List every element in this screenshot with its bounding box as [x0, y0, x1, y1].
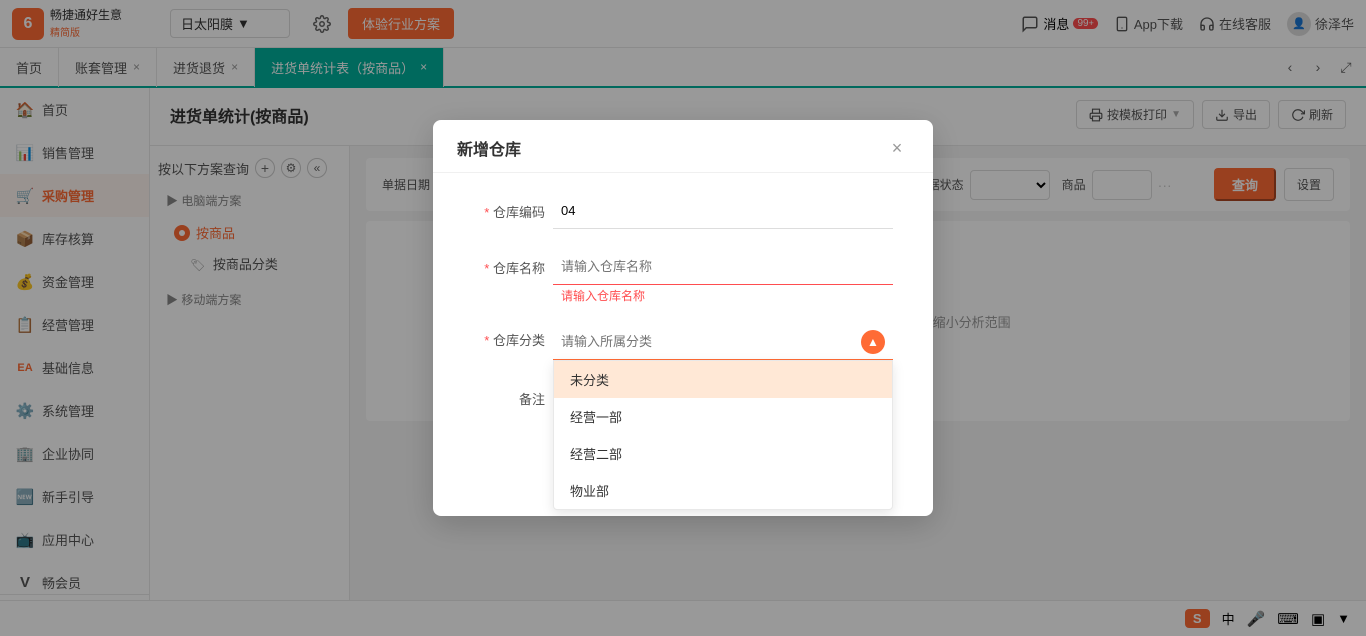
name-required-mark: *	[484, 261, 489, 276]
code-required-mark: *	[484, 205, 489, 220]
dialog-header: 新增仓库 ×	[433, 120, 933, 173]
category-select-wrap: ▲ 未分类 经营一部 经营二部 物业部	[553, 324, 893, 360]
dropdown-item-dept2[interactable]: 经营二部	[554, 435, 892, 472]
dialog-body: * 仓库编码 * 仓库名称 请输入仓库名称	[433, 173, 933, 456]
category-dropdown: 未分类 经营一部 经营二部 物业部	[553, 360, 893, 510]
category-required-mark: *	[484, 333, 489, 348]
remark-label: 备注	[473, 389, 553, 408]
dialog-title: 新增仓库	[457, 136, 521, 160]
name-label: * 仓库名称	[473, 258, 553, 277]
category-field-row: * 仓库分类 ▲ 未分类 经营一部 经营二部 物业部	[473, 324, 893, 360]
category-label: * 仓库分类	[473, 324, 553, 349]
name-input[interactable]	[553, 249, 893, 285]
dialog-overlay[interactable]: 新增仓库 × * 仓库编码 * 仓库名称	[0, 0, 1366, 636]
name-error-msg: 请输入仓库名称	[561, 287, 645, 304]
dialog-close-button[interactable]: ×	[885, 136, 909, 160]
code-label: * 仓库编码	[473, 202, 553, 221]
code-input[interactable]	[553, 193, 893, 229]
dropdown-item-dept1[interactable]: 经营一部	[554, 398, 892, 435]
new-warehouse-dialog: 新增仓库 × * 仓库编码 * 仓库名称	[433, 120, 933, 516]
dropdown-item-none[interactable]: 未分类	[554, 361, 892, 398]
category-input[interactable]	[553, 324, 893, 360]
dropdown-item-property[interactable]: 物业部	[554, 472, 892, 509]
code-field-row: * 仓库编码	[473, 193, 893, 229]
category-dropdown-toggle[interactable]: ▲	[861, 330, 885, 354]
name-field-row: * 仓库名称 请输入仓库名称	[473, 249, 893, 304]
